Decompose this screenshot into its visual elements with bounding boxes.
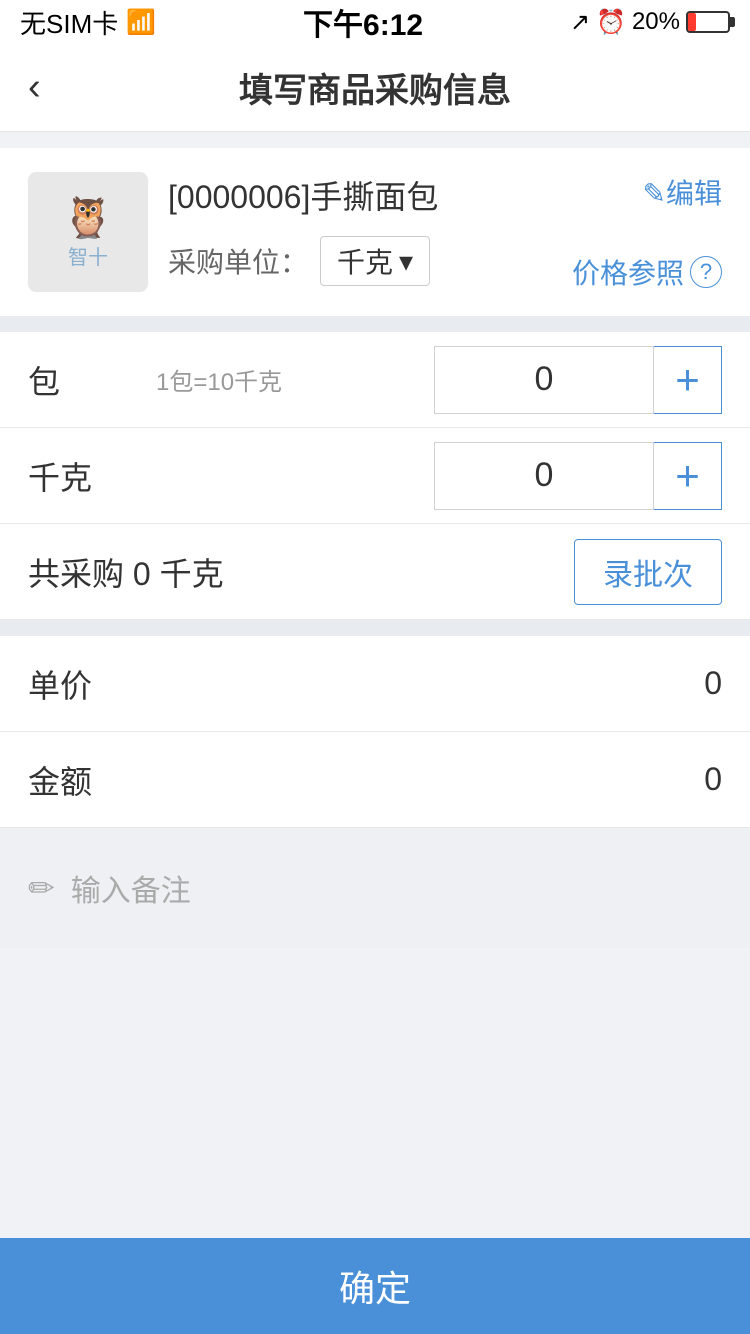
quantity-plus-bao[interactable]: +: [654, 346, 722, 414]
product-name: [0000006]手撕面包: [168, 172, 722, 218]
quantity-input-wrap-kg: +: [434, 442, 722, 510]
section-divider-2: [0, 620, 750, 636]
unit-select[interactable]: 千克 ▾: [320, 236, 430, 286]
unit-price-value: 0: [704, 665, 722, 702]
price-ref-label: 价格参照: [572, 252, 684, 292]
product-card: 🦉 智十 [0000006]手撕面包 采购单位： 千克 ▾ ✎编辑 价格参照 ?: [0, 148, 750, 316]
battery-fill: [688, 13, 696, 31]
confirm-button[interactable]: 确定: [0, 1238, 750, 1334]
status-right: ↗ ⏰ 20%: [570, 8, 730, 37]
note-placeholder: 输入备注: [71, 866, 191, 910]
note-area[interactable]: ✏ 输入备注: [0, 828, 750, 948]
note-icon: ✏: [28, 869, 55, 907]
quantity-row-kg: 千克 +: [0, 428, 750, 524]
total-prefix: 共采购: [28, 556, 124, 592]
total-label: 共采购 0 千克: [28, 549, 224, 595]
quantity-sublabel-bao: 1包=10千克: [156, 362, 282, 397]
quantity-input-bao[interactable]: [434, 346, 654, 414]
price-ref-icon: ?: [690, 256, 722, 288]
product-image: 🦉 智十: [28, 172, 148, 292]
empty-space: [0, 948, 750, 1248]
battery-label: 20%: [632, 8, 680, 36]
status-left: 无SIM卡 📶: [20, 4, 156, 41]
back-button[interactable]: ‹: [28, 66, 41, 109]
status-time: 下午6:12: [303, 0, 423, 44]
amount-row: 金额 0: [0, 732, 750, 828]
amount-value: 0: [704, 761, 722, 798]
total-row: 共采购 0 千克 录批次: [0, 524, 750, 620]
quantity-plus-kg[interactable]: +: [654, 442, 722, 510]
brand-label: 智十: [68, 241, 108, 270]
unit-prefix-label: 采购单位：: [168, 241, 308, 281]
carrier-label: 无SIM卡: [20, 4, 118, 41]
total-value: 0: [124, 556, 160, 592]
product-placeholder-icon: 🦉: [63, 194, 113, 241]
amount-label: 金额: [28, 757, 92, 803]
battery-icon: [686, 11, 730, 33]
product-image-placeholder: 🦉 智十: [63, 194, 113, 270]
edit-button[interactable]: ✎编辑: [643, 172, 722, 212]
quantity-input-kg[interactable]: [434, 442, 654, 510]
quantity-row-bao: 包 1包=10千克 +: [0, 332, 750, 428]
quantity-input-wrap-bao: +: [434, 346, 722, 414]
unit-price-row: 单价 0: [0, 636, 750, 732]
alarm-icon: ⏰: [596, 8, 626, 37]
wifi-icon: 📶: [126, 8, 156, 37]
quantity-label-kg: 千克: [28, 453, 148, 499]
section-divider-1: [0, 316, 750, 332]
nav-bar: ‹ 填写商品采购信息: [0, 44, 750, 132]
status-bar: 无SIM卡 📶 下午6:12 ↗ ⏰ 20%: [0, 0, 750, 44]
page-title: 填写商品采购信息: [239, 63, 511, 112]
total-unit: 千克: [160, 556, 224, 592]
unit-price-label: 单价: [28, 661, 92, 707]
unit-dropdown-arrow: ▾: [399, 245, 413, 278]
record-batch-button[interactable]: 录批次: [574, 539, 722, 605]
quantity-label-bao: 包: [28, 357, 148, 403]
unit-value: 千克: [337, 241, 393, 281]
gps-icon: ↗: [570, 8, 590, 37]
price-ref-button[interactable]: 价格参照 ?: [572, 252, 722, 292]
